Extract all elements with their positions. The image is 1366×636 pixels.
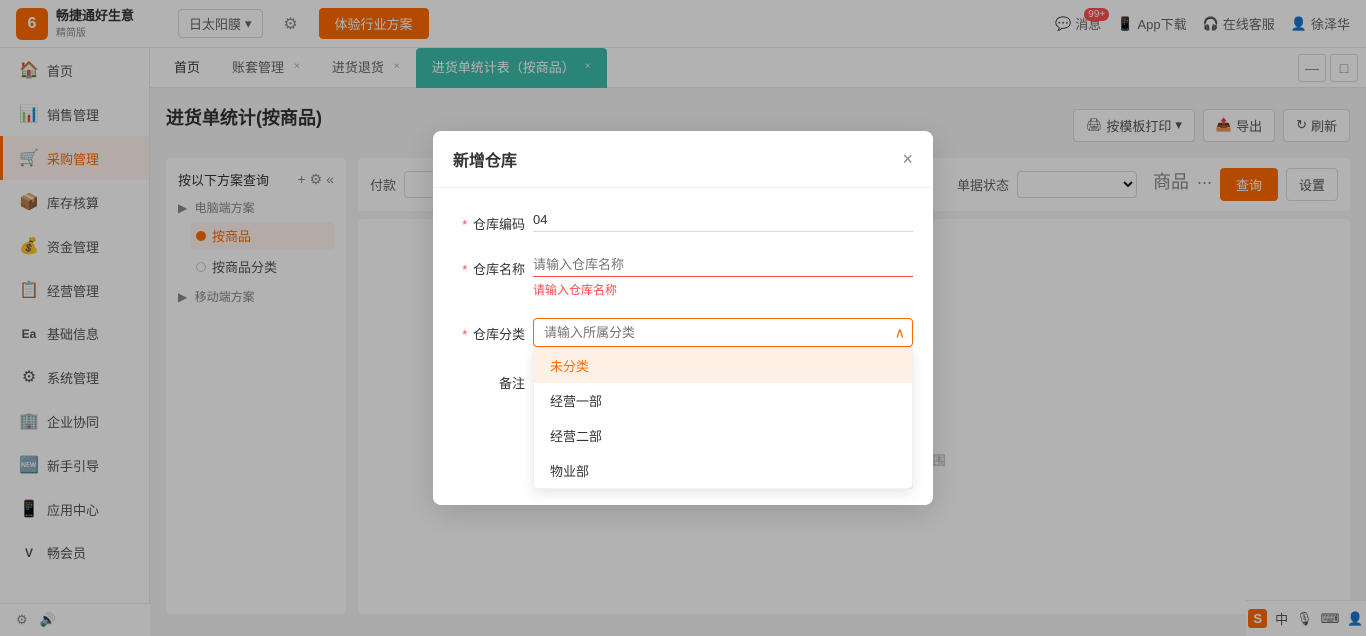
name-field-row: * 仓库名称 请输入仓库名称	[453, 253, 913, 298]
category-select-wrapper: ∧ 未分类 经营一部 经营二部 物业部	[533, 318, 913, 347]
category-label: * 仓库分类	[453, 318, 533, 343]
chevron-up-icon: ∧	[895, 324, 905, 341]
code-input[interactable]	[533, 208, 913, 232]
name-input[interactable]	[533, 253, 913, 277]
category-dropdown: 未分类 经营一部 经营二部 物业部	[533, 347, 913, 489]
modal-title: 新增仓库	[453, 147, 517, 171]
dropdown-item-unclassified[interactable]: 未分类	[534, 348, 912, 383]
code-field-row: * 仓库编码	[453, 208, 913, 233]
dropdown-item-dept2[interactable]: 经营二部	[534, 418, 912, 453]
dropdown-item-dept3[interactable]: 物业部	[534, 453, 912, 488]
category-input[interactable]	[533, 318, 913, 347]
modal-close-button[interactable]: ×	[902, 149, 913, 170]
name-error-message: 请输入仓库名称	[533, 281, 913, 298]
code-label: * 仓库编码	[453, 208, 533, 233]
category-field-row: * 仓库分类 ∧ 未分类 经营一部 经营二部 物业部	[453, 318, 913, 347]
dropdown-item-dept1[interactable]: 经营一部	[534, 383, 912, 418]
modal-body: * 仓库编码 * 仓库名称 请输入仓库名称 * 仓库分类	[433, 188, 933, 445]
note-label: 备注	[453, 367, 533, 392]
add-warehouse-modal: 新增仓库 × * 仓库编码 * 仓库名称 请输入仓库名称	[433, 131, 933, 505]
modal-header: 新增仓库 ×	[433, 131, 933, 188]
name-label: * 仓库名称	[453, 253, 533, 278]
